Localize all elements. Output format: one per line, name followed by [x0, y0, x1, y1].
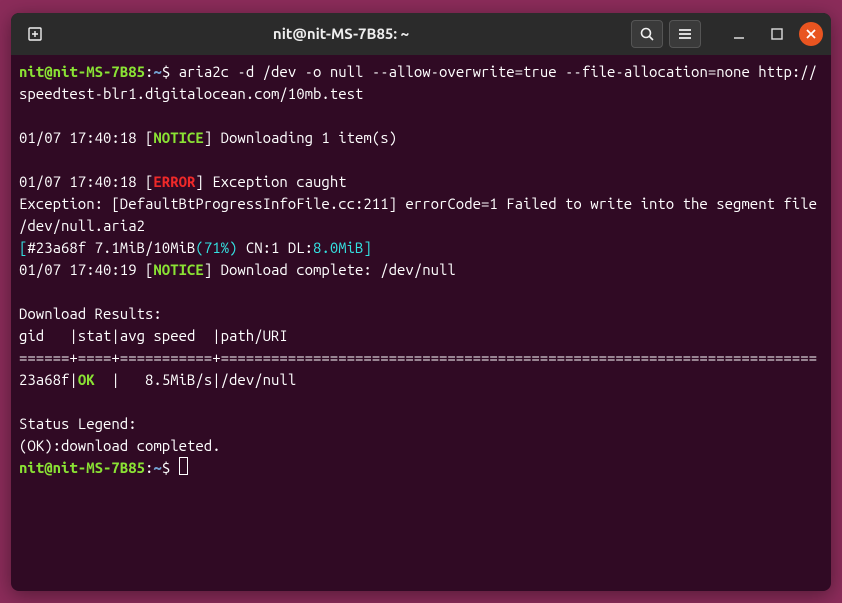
progress-pct: (71%): [195, 239, 237, 256]
prompt-userhost: nit@nit-MS-7B85: [19, 459, 145, 476]
close-button[interactable]: [799, 22, 823, 46]
titlebar: nit@nit-MS-7B85: ~: [11, 13, 831, 55]
window-title: nit@nit-MS-7B85: ~: [57, 25, 625, 42]
output-line: Status Legend:: [19, 415, 137, 432]
status-ok: OK: [78, 371, 95, 388]
output-line: (OK):download completed.: [19, 437, 221, 454]
prompt-userhost: nit@nit-MS-7B85: [19, 63, 145, 80]
progress-bracket: ]: [363, 239, 371, 256]
output-line: | 8.5MiB/s|/dev/null: [95, 371, 297, 388]
error-tag: ERROR: [153, 173, 195, 190]
output-line: Download Results:: [19, 305, 162, 322]
prompt-dollar: $: [162, 63, 170, 80]
search-button[interactable]: [631, 20, 663, 48]
terminal-body[interactable]: nit@nit-MS-7B85:~$ aria2c -d /dev -o nul…: [11, 55, 831, 591]
output-line: gid |stat|avg speed |path/URI: [19, 327, 288, 344]
menu-button[interactable]: [669, 20, 701, 48]
cursor: [179, 457, 188, 475]
output-line: ] Downloading 1 item(s): [204, 129, 397, 146]
prompt-dollar: $: [162, 459, 170, 476]
maximize-button[interactable]: [761, 20, 793, 48]
progress-main: #23a68f 7.1MiB/10MiB: [27, 239, 195, 256]
minimize-button[interactable]: [723, 20, 755, 48]
new-tab-button[interactable]: [19, 20, 51, 48]
output-line: 01/07 17:40:18 [: [19, 129, 153, 146]
notice-tag: NOTICE: [153, 261, 203, 278]
prompt-path: ~: [153, 459, 161, 476]
progress-cn: CN:1 DL:: [237, 239, 313, 256]
output-line: ] Exception caught: [195, 173, 346, 190]
output-line: Exception: [DefaultBtProgressInfoFile.cc…: [19, 195, 825, 234]
output-line: 01/07 17:40:18 [: [19, 173, 153, 190]
output-line: ] Download complete: /dev/null: [204, 261, 456, 278]
output-line: 23a68f|: [19, 371, 78, 388]
output-line: ======+====+===========+================…: [19, 349, 817, 366]
progress-dl: 8.0MiB: [313, 239, 363, 256]
prompt-path: ~: [153, 63, 161, 80]
terminal-window: nit@nit-MS-7B85: ~: [11, 13, 831, 591]
notice-tag: NOTICE: [153, 129, 203, 146]
output-line: 01/07 17:40:19 [: [19, 261, 153, 278]
